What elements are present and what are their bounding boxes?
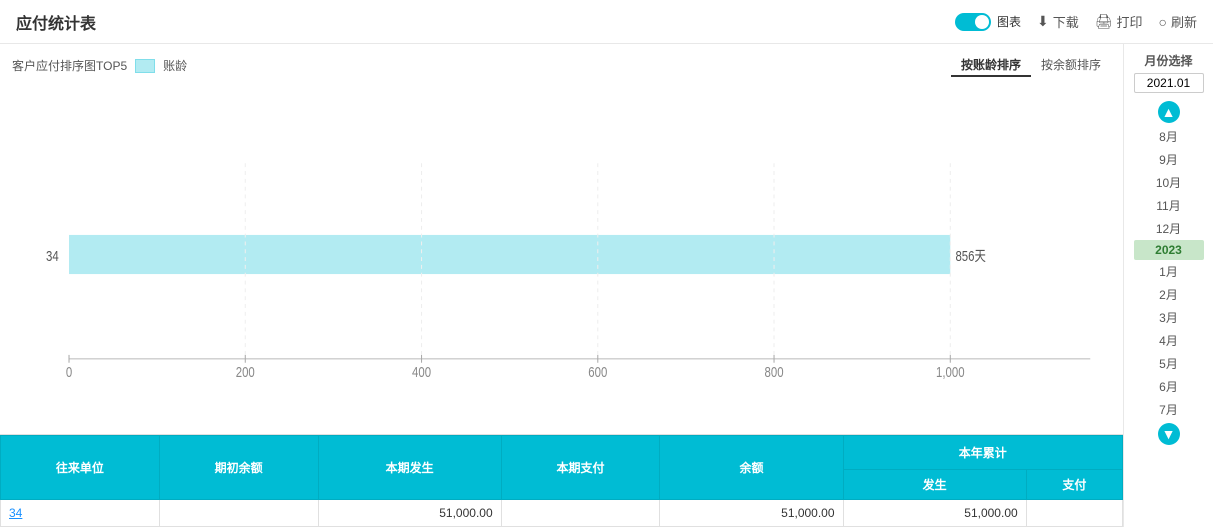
- month-item[interactable]: 10月: [1134, 171, 1204, 194]
- col-opening: 期初余额: [159, 436, 318, 500]
- svg-text:400: 400: [412, 364, 431, 381]
- print-button[interactable]: 🖨 打印: [1095, 12, 1143, 31]
- month-item[interactable]: 9月: [1134, 148, 1204, 171]
- cell-current-occur: 51,000.00: [318, 500, 501, 527]
- svg-text:200: 200: [236, 364, 255, 381]
- sort-by-balance-button[interactable]: 按账龄排序: [951, 54, 1031, 77]
- month-item[interactable]: 12月: [1134, 217, 1204, 240]
- print-icon: 🖨: [1095, 13, 1113, 30]
- left-panel: 客户应付排序图TOP5 账龄 按账龄排序 按余额排序 34: [0, 44, 1123, 527]
- table-section: 往来单位 期初余额 本期发生 本期支付 余额 本年累计 发生 支付: [0, 434, 1123, 527]
- cell-ytd-occur: 51,000.00: [843, 500, 1026, 527]
- year-input[interactable]: [1134, 73, 1204, 93]
- refresh-label: 刷新: [1171, 12, 1197, 31]
- cell-unit[interactable]: 34: [1, 500, 160, 527]
- chart-section: 客户应付排序图TOP5 账龄 按账龄排序 按余额排序 34: [0, 44, 1123, 434]
- svg-text:600: 600: [588, 364, 607, 381]
- refresh-icon: ○: [1159, 14, 1167, 30]
- svg-text:800: 800: [765, 364, 784, 381]
- toggle-circle: [975, 15, 989, 29]
- month-item[interactable]: 4月: [1134, 329, 1204, 352]
- chart-area: 34 856天 0 200 400: [12, 85, 1111, 424]
- month-down-arrow[interactable]: ▼: [1158, 423, 1180, 445]
- table-header-row: 往来单位 期初余额 本期发生 本期支付 余额 本年累计: [1, 436, 1123, 470]
- refresh-button[interactable]: ○ 刷新: [1159, 12, 1197, 31]
- legend-title: 客户应付排序图TOP5: [12, 57, 127, 74]
- month-up-arrow[interactable]: ▲: [1158, 101, 1180, 123]
- col-current-occur: 本期发生: [318, 436, 501, 500]
- download-button[interactable]: ⬇ 下载: [1037, 12, 1079, 31]
- month-item[interactable]: 6月: [1134, 375, 1204, 398]
- chart-toggle[interactable]: [955, 13, 991, 31]
- header-actions: 图表 ⬇ 下载 🖨 打印 ○ 刷新: [955, 12, 1197, 31]
- cell-current-pay: [501, 500, 660, 527]
- table-row: 34 51,000.00 51,000.00 51,000.00: [1, 500, 1123, 527]
- month-item[interactable]: 7月: [1134, 398, 1204, 421]
- month-item[interactable]: 2月: [1134, 283, 1204, 306]
- cell-ytd-pay: [1026, 500, 1122, 527]
- col-ytd-pay: 支付: [1026, 470, 1122, 500]
- month-item[interactable]: 3月: [1134, 306, 1204, 329]
- right-sidebar: 月份选择 ▲ 8月9月10月11月12月20231月2月3月4月5月6月7月 ▼: [1123, 44, 1213, 527]
- svg-text:856天: 856天: [955, 248, 985, 265]
- col-unit: 往来单位: [1, 436, 160, 500]
- sidebar-title: 月份选择: [1144, 52, 1192, 69]
- chart-legend: 客户应付排序图TOP5 账龄: [12, 57, 187, 74]
- col-current-pay: 本期支付: [501, 436, 660, 500]
- table-body: 34 51,000.00 51,000.00 51,000.00: [1, 500, 1123, 527]
- chart-header: 客户应付排序图TOP5 账龄 按账龄排序 按余额排序: [12, 54, 1111, 77]
- col-ytd-occur: 发生: [843, 470, 1026, 500]
- month-item[interactable]: 5月: [1134, 352, 1204, 375]
- svg-text:34: 34: [46, 248, 59, 265]
- chart-toggle-wrap: 图表: [955, 13, 1021, 31]
- month-list: 8月9月10月11月12月20231月2月3月4月5月6月7月: [1124, 125, 1213, 421]
- header: 应付统计表 图表 ⬇ 下载 🖨 打印 ○ 刷新: [0, 0, 1213, 44]
- legend-box-label: 账龄: [163, 57, 187, 74]
- page-title: 应付统计表: [16, 10, 96, 34]
- content-area: 客户应付排序图TOP5 账龄 按账龄排序 按余额排序 34: [0, 44, 1213, 527]
- year-label[interactable]: 2023: [1134, 240, 1204, 260]
- sort-by-amount-button[interactable]: 按余额排序: [1031, 54, 1111, 77]
- data-table: 往来单位 期初余额 本期发生 本期支付 余额 本年累计 发生 支付: [0, 435, 1123, 527]
- download-label: 下载: [1053, 12, 1079, 31]
- svg-text:0: 0: [66, 364, 72, 381]
- month-item[interactable]: 8月: [1134, 125, 1204, 148]
- chart-label: 图表: [997, 13, 1021, 30]
- main-container: 应付统计表 图表 ⬇ 下载 🖨 打印 ○ 刷新: [0, 0, 1213, 527]
- chart-sort-buttons: 按账龄排序 按余额排序: [951, 54, 1111, 77]
- bar-chart-svg: 34 856天 0 200 400: [12, 85, 1111, 424]
- cell-opening: [159, 500, 318, 527]
- cell-balance: 51,000.00: [660, 500, 843, 527]
- print-label: 打印: [1117, 12, 1143, 31]
- legend-box: [135, 59, 155, 73]
- month-item[interactable]: 11月: [1134, 194, 1204, 217]
- download-icon: ⬇: [1037, 13, 1049, 30]
- col-ytd: 本年累计: [843, 436, 1122, 470]
- month-item[interactable]: 1月: [1134, 260, 1204, 283]
- svg-text:1,000: 1,000: [936, 364, 965, 381]
- col-balance: 余额: [660, 436, 843, 500]
